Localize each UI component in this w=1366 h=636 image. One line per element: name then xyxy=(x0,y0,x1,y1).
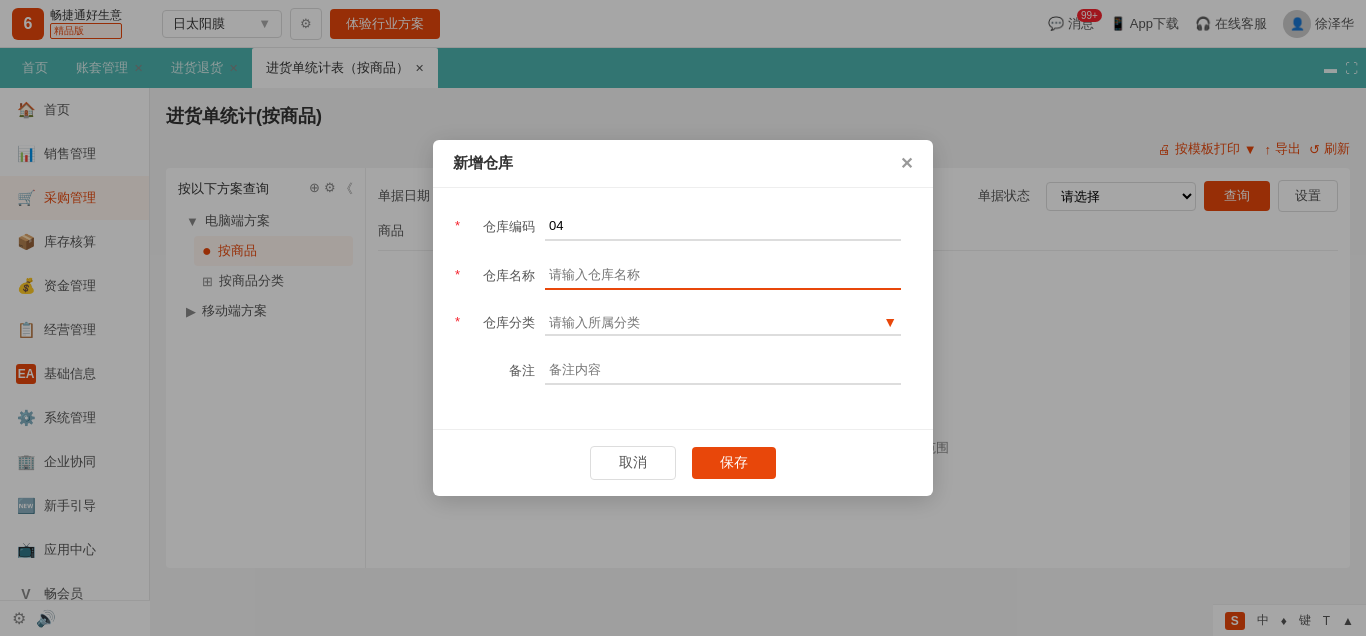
cancel-button[interactable]: 取消 xyxy=(590,446,676,480)
code-input[interactable] xyxy=(545,212,901,241)
modal-backdrop: 新增仓库 ✕ 仓库编码 仓库名称 仓库分类 ▼ xyxy=(0,0,1366,636)
add-warehouse-modal: 新增仓库 ✕ 仓库编码 仓库名称 仓库分类 ▼ xyxy=(433,140,933,496)
save-button[interactable]: 保存 xyxy=(692,447,776,479)
modal-footer: 取消 保存 xyxy=(433,429,933,496)
form-row-name: 仓库名称 xyxy=(465,261,901,290)
category-input[interactable] xyxy=(549,315,883,330)
modal-header: 新增仓库 ✕ xyxy=(433,140,933,188)
name-label: 仓库名称 xyxy=(465,267,535,285)
code-label: 仓库编码 xyxy=(465,218,535,236)
form-row-code: 仓库编码 xyxy=(465,212,901,241)
modal-body: 仓库编码 仓库名称 仓库分类 ▼ 备注 xyxy=(433,188,933,429)
category-label: 仓库分类 xyxy=(465,314,535,332)
category-select-wrap: ▼ xyxy=(545,310,901,336)
form-row-remark: 备注 xyxy=(465,356,901,385)
form-row-category: 仓库分类 ▼ xyxy=(465,310,901,336)
name-input[interactable] xyxy=(545,261,901,290)
remark-input[interactable] xyxy=(545,356,901,385)
category-dropdown-icon[interactable]: ▼ xyxy=(883,314,897,330)
remark-label: 备注 xyxy=(465,362,535,380)
modal-close-button[interactable]: ✕ xyxy=(900,154,913,173)
modal-title: 新增仓库 xyxy=(453,154,513,173)
